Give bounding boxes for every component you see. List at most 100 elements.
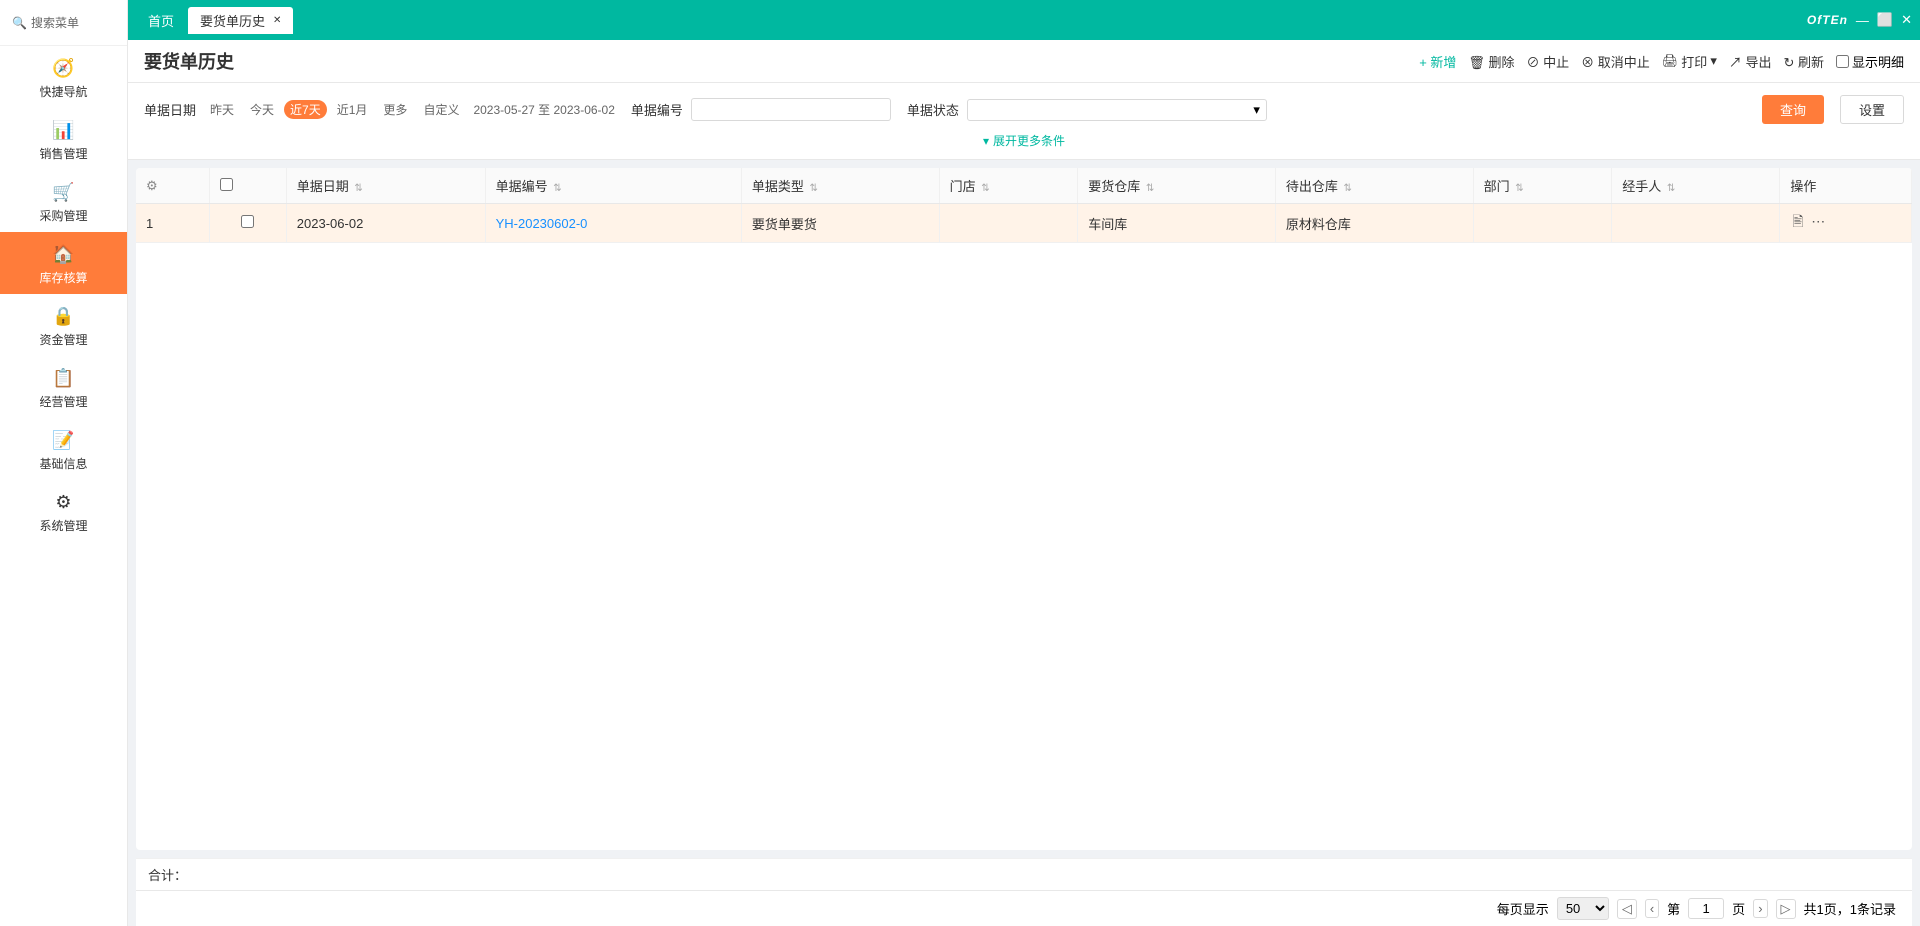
last-page-btn[interactable]: ▷ <box>1776 899 1796 919</box>
main-content: 首页要货单历史 ✕ OfTEn — ⬜ ✕ 要货单历史 + 新增 🗑 删除 ⊘ 中… <box>128 0 1920 926</box>
sidebar-label-operation: 经营管理 <box>39 393 87 410</box>
tab-home[interactable]: 首页 <box>136 7 186 34</box>
cell-doc-type: 要货单要货 <box>741 204 939 243</box>
cell-pending-warehouse: 原材料仓库 <box>1275 204 1473 243</box>
sidebar-item-system[interactable]: ⚙ 系统管理 <box>0 480 127 542</box>
settings-icon[interactable]: ⚙ <box>146 178 158 193</box>
query-button[interactable]: 查询 <box>1762 95 1824 124</box>
next-page-btn[interactable]: › <box>1753 899 1767 918</box>
sidebar-item-finance[interactable]: 🔒 资金管理 <box>0 294 127 356</box>
refresh-button[interactable]: ↻ 刷新 <box>1783 52 1824 71</box>
sales-icon: 📊 <box>52 120 74 141</box>
sidebar-search[interactable]: 🔍 搜索菜单 <box>0 0 127 46</box>
expand-more-button[interactable]: ▾ 展开更多条件 <box>144 132 1904 149</box>
col-store[interactable]: 门店 ⇅ <box>939 168 1078 204</box>
page: 要货单历史 + 新增 🗑 删除 ⊘ 中止 ⊗ 取消中止 🖨 打印 ▾ ↗ 导出 … <box>128 40 1920 926</box>
date-btn-更多[interactable]: 更多 <box>377 100 413 119</box>
docno-sort-icon: ⇅ <box>553 183 561 194</box>
date-btn-近7天[interactable]: 近7天 <box>284 100 327 119</box>
sidebar-search-label: 搜索菜单 <box>31 14 79 31</box>
cell-checkbox[interactable] <box>209 204 286 243</box>
select-all-checkbox[interactable] <box>220 178 233 191</box>
prev-page-btn[interactable]: ‹ <box>1645 899 1659 918</box>
setting-button[interactable]: 设置 <box>1840 95 1904 124</box>
purchase-icon: 🛒 <box>52 182 74 203</box>
display-detail-toggle[interactable]: 显示明细 <box>1836 52 1904 71</box>
print-button[interactable]: 🖨 打印 ▾ <box>1662 52 1717 71</box>
inventory-icon: 🏠 <box>52 244 74 265</box>
page-size-label: 每页显示 <box>1497 899 1549 918</box>
op-view-0[interactable]: 🖹 <box>1790 211 1805 231</box>
total-info: 共1页，1条记录 <box>1804 899 1896 918</box>
status-select[interactable]: ▾ <box>967 99 1267 121</box>
page-label-end: 页 <box>1732 899 1745 918</box>
date-filter-label: 单据日期 <box>144 100 196 119</box>
sidebar-item-inventory[interactable]: 🏠 库存核算 <box>0 232 127 294</box>
cell-req-warehouse: 车间库 <box>1078 204 1276 243</box>
sidebar-label-inventory: 库存核算 <box>39 269 87 286</box>
date-btn-今天[interactable]: 今天 <box>244 100 280 119</box>
col-checkbox[interactable] <box>209 168 286 204</box>
date-btn-昨天[interactable]: 昨天 <box>204 100 240 119</box>
sidebar-label-basic: 基础信息 <box>39 455 87 472</box>
cell-store <box>939 204 1078 243</box>
export-button[interactable]: ↗ 导出 <box>1729 52 1772 71</box>
date-btn-近1月[interactable]: 近1月 <box>331 100 374 119</box>
status-dropdown-icon: ▾ <box>1253 102 1260 118</box>
cancel-stop-button[interactable]: ⊗ 取消中止 <box>1581 52 1650 71</box>
topbar: 首页要货单历史 ✕ OfTEn — ⬜ ✕ <box>128 0 1920 40</box>
row-checkbox-0[interactable] <box>241 215 254 228</box>
page-input[interactable] <box>1688 898 1724 919</box>
sidebar-item-basic[interactable]: 📝 基础信息 <box>0 418 127 480</box>
col-doc-no[interactable]: 单据编号 ⇅ <box>485 168 741 204</box>
col-doc-type[interactable]: 单据类型 ⇅ <box>741 168 939 204</box>
table-header-row: ⚙ 单据日期 ⇅ 单据编号 ⇅ 单据类型 ⇅ 门店 ⇅ 要货仓库 ⇅ 待出仓库 … <box>136 168 1912 204</box>
col-pending-warehouse[interactable]: 待出仓库 ⇅ <box>1275 168 1473 204</box>
sidebar-item-purchase[interactable]: 🛒 采购管理 <box>0 170 127 232</box>
stop-button[interactable]: ⊘ 中止 <box>1527 52 1570 71</box>
sidebar-item-operation[interactable]: 📋 经营管理 <box>0 356 127 418</box>
filter-area: 单据日期 昨天今天近7天近1月更多自定义 2023-05-27 至 2023-0… <box>128 83 1920 160</box>
data-table: ⚙ 单据日期 ⇅ 单据编号 ⇅ 单据类型 ⇅ 门店 ⇅ 要货仓库 ⇅ 待出仓库 … <box>136 168 1912 243</box>
new-button[interactable]: + 新增 <box>1419 52 1456 71</box>
table-container: ⚙ 单据日期 ⇅ 单据编号 ⇅ 单据类型 ⇅ 门店 ⇅ 要货仓库 ⇅ 待出仓库 … <box>136 168 1912 850</box>
page-size-select[interactable]: 2050100200 <box>1557 897 1609 920</box>
doc-link-0[interactable]: YH-20230602-0 <box>496 216 588 231</box>
display-detail-checkbox[interactable] <box>1836 55 1849 68</box>
finance-icon: 🔒 <box>52 306 74 327</box>
sidebar-item-quick-nav[interactable]: 🧭 快捷导航 <box>0 46 127 108</box>
op-more-0[interactable]: ⋯ <box>1809 211 1827 231</box>
col-settings[interactable]: ⚙ <box>136 168 209 204</box>
delete-button[interactable]: 🗑 删除 <box>1468 52 1514 71</box>
table-row[interactable]: 1 2023-06-02 YH-20230602-0 要货单要货 车间库 原材料… <box>136 204 1912 243</box>
sidebar-label-sales: 销售管理 <box>39 145 87 162</box>
handler-sort-icon: ⇅ <box>1667 183 1675 194</box>
page-label: 第 <box>1667 899 1680 918</box>
doctype-sort-icon: ⇅ <box>810 183 818 194</box>
print-dropdown-icon: ▾ <box>1710 53 1717 69</box>
cell-handler <box>1612 204 1780 243</box>
date-btn-自定义[interactable]: 自定义 <box>417 100 465 119</box>
expand-icon: ▾ <box>983 134 989 148</box>
close-btn[interactable]: ✕ <box>1901 12 1912 28</box>
status-label: 单据状态 <box>907 100 959 119</box>
sidebar: 🔍 搜索菜单 🧭 快捷导航 📊 销售管理 🛒 采购管理 🏠 库存核算 🔒 资金管… <box>0 0 128 926</box>
col-req-warehouse[interactable]: 要货仓库 ⇅ <box>1078 168 1276 204</box>
sidebar-item-sales[interactable]: 📊 销售管理 <box>0 108 127 170</box>
col-handler[interactable]: 经手人 ⇅ <box>1612 168 1780 204</box>
first-page-btn[interactable]: ◁ <box>1617 899 1637 919</box>
maximize-btn[interactable]: ⬜ <box>1877 12 1893 28</box>
cell-doc-no[interactable]: YH-20230602-0 <box>485 204 741 243</box>
page-header: 要货单历史 + 新增 🗑 删除 ⊘ 中止 ⊗ 取消中止 🖨 打印 ▾ ↗ 导出 … <box>128 40 1920 83</box>
minimize-btn[interactable]: — <box>1856 13 1869 28</box>
tab-label-requisition-history: 要货单历史 <box>200 11 265 30</box>
cell-department <box>1473 204 1612 243</box>
doc-no-input[interactable] <box>691 98 891 121</box>
sidebar-label-quick-nav: 快捷导航 <box>39 83 87 100</box>
dept-sort-icon: ⇅ <box>1515 183 1523 194</box>
tab-requisition-history[interactable]: 要货单历史 ✕ <box>188 7 293 34</box>
topbar-right: OfTEn — ⬜ ✕ <box>1807 12 1912 28</box>
tab-close-requisition-history[interactable]: ✕ <box>273 15 281 26</box>
col-department[interactable]: 部门 ⇅ <box>1473 168 1612 204</box>
col-date[interactable]: 单据日期 ⇅ <box>286 168 485 204</box>
